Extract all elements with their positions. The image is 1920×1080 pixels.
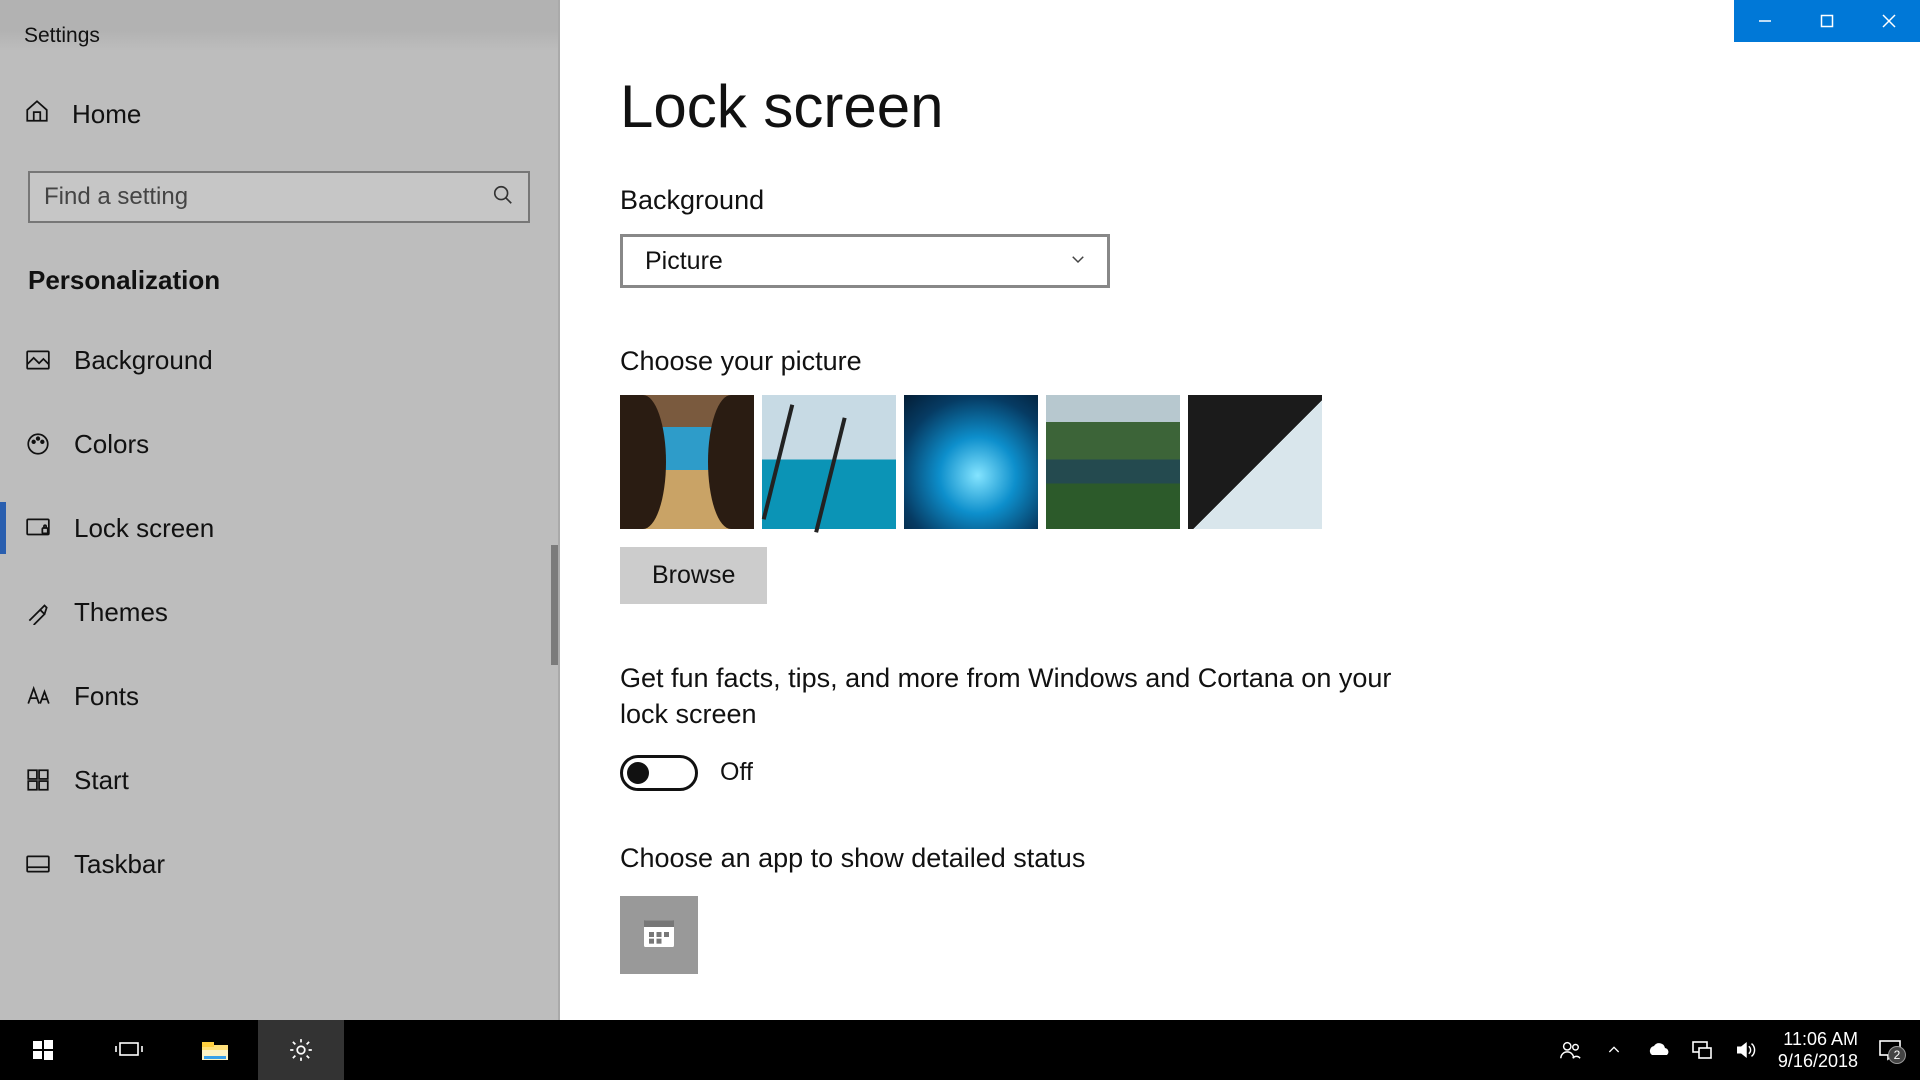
- search-input[interactable]: [44, 183, 492, 211]
- sidebar-item-start[interactable]: Start: [0, 738, 558, 822]
- tray-chevron-icon[interactable]: [1602, 1038, 1626, 1062]
- action-center-icon[interactable]: 2: [1878, 1038, 1902, 1062]
- picture-thumbnail[interactable]: [1188, 395, 1322, 529]
- maximize-button[interactable]: [1796, 0, 1858, 42]
- notification-badge: 2: [1888, 1046, 1906, 1064]
- page-title: Lock screen: [620, 72, 1872, 141]
- start-icon: [24, 767, 52, 793]
- taskbar-right: 11:06 AM 9/16/2018 2: [1558, 1020, 1920, 1080]
- sidebar-item-label: Start: [74, 765, 129, 796]
- settings-window: Settings Home Personalization Background: [0, 0, 1920, 1020]
- sidebar-home[interactable]: Home: [0, 82, 558, 147]
- palette-icon: [24, 431, 52, 457]
- clock-time: 11:06 AM: [1778, 1028, 1858, 1051]
- picture-icon: [24, 347, 52, 373]
- picture-thumbnail[interactable]: [762, 395, 896, 529]
- sidebar-item-label: Lock screen: [74, 513, 214, 544]
- detailed-status-app-tile[interactable]: [620, 896, 698, 974]
- sidebar-item-label: Colors: [74, 429, 149, 460]
- taskbar: 11:06 AM 9/16/2018 2: [0, 1020, 1920, 1080]
- close-button[interactable]: [1858, 0, 1920, 42]
- fun-facts-label: Get fun facts, tips, and more from Windo…: [620, 660, 1410, 733]
- sidebar-item-background[interactable]: Background: [0, 318, 558, 402]
- content-pane: Lock screen Background Picture Choose yo…: [560, 0, 1920, 1020]
- sidebar-scrollbar[interactable]: [551, 545, 558, 665]
- minimize-button[interactable]: [1734, 0, 1796, 42]
- fun-facts-toggle-row: Off: [620, 755, 1872, 791]
- browse-button[interactable]: Browse: [620, 547, 767, 604]
- picture-thumbnails: [620, 395, 1872, 529]
- window-title: Settings: [0, 18, 558, 82]
- taskbar-clock[interactable]: 11:06 AM 9/16/2018: [1778, 1028, 1858, 1073]
- picture-thumbnail[interactable]: [1046, 395, 1180, 529]
- choose-picture-label: Choose your picture: [620, 346, 1872, 377]
- task-view-button[interactable]: [86, 1020, 172, 1080]
- picture-thumbnail[interactable]: [904, 395, 1038, 529]
- background-label: Background: [620, 185, 1872, 216]
- sidebar-item-taskbar[interactable]: Taskbar: [0, 822, 558, 906]
- sidebar-item-label: Fonts: [74, 681, 139, 712]
- chevron-down-icon: [1069, 250, 1087, 273]
- search-input-container[interactable]: [28, 171, 530, 223]
- network-icon[interactable]: [1690, 1038, 1714, 1062]
- toggle-state-label: Off: [720, 758, 753, 787]
- people-icon[interactable]: [1558, 1038, 1582, 1062]
- sidebar-item-label: Background: [74, 345, 213, 376]
- sidebar-home-label: Home: [72, 99, 141, 130]
- fun-facts-toggle[interactable]: [620, 755, 698, 791]
- search-icon: [492, 184, 514, 211]
- sidebar-item-fonts[interactable]: Fonts: [0, 654, 558, 738]
- volume-icon[interactable]: [1734, 1038, 1758, 1062]
- sidebar-item-label: Themes: [74, 597, 168, 628]
- fonts-icon: [24, 683, 52, 709]
- window-controls: [1734, 0, 1920, 42]
- file-explorer-button[interactable]: [172, 1020, 258, 1080]
- clock-date: 9/16/2018: [1778, 1050, 1858, 1073]
- sidebar-item-lock-screen[interactable]: Lock screen: [0, 486, 558, 570]
- detailed-status-label: Choose an app to show detailed status: [620, 843, 1872, 874]
- lock-screen-icon: [24, 515, 52, 541]
- sidebar: Settings Home Personalization Background: [0, 0, 560, 1020]
- start-button[interactable]: [0, 1020, 86, 1080]
- taskbar-left: [0, 1020, 344, 1080]
- dropdown-value: Picture: [645, 247, 723, 276]
- home-icon: [24, 98, 50, 131]
- calendar-icon: [639, 912, 679, 957]
- sidebar-item-themes[interactable]: Themes: [0, 570, 558, 654]
- themes-icon: [24, 599, 52, 625]
- sidebar-item-colors[interactable]: Colors: [0, 402, 558, 486]
- picture-thumbnail[interactable]: [620, 395, 754, 529]
- background-dropdown[interactable]: Picture: [620, 234, 1110, 288]
- settings-button[interactable]: [258, 1020, 344, 1080]
- sidebar-item-label: Taskbar: [74, 849, 165, 880]
- onedrive-icon[interactable]: [1646, 1038, 1670, 1062]
- taskbar-icon: [24, 851, 52, 877]
- sidebar-category: Personalization: [0, 241, 558, 318]
